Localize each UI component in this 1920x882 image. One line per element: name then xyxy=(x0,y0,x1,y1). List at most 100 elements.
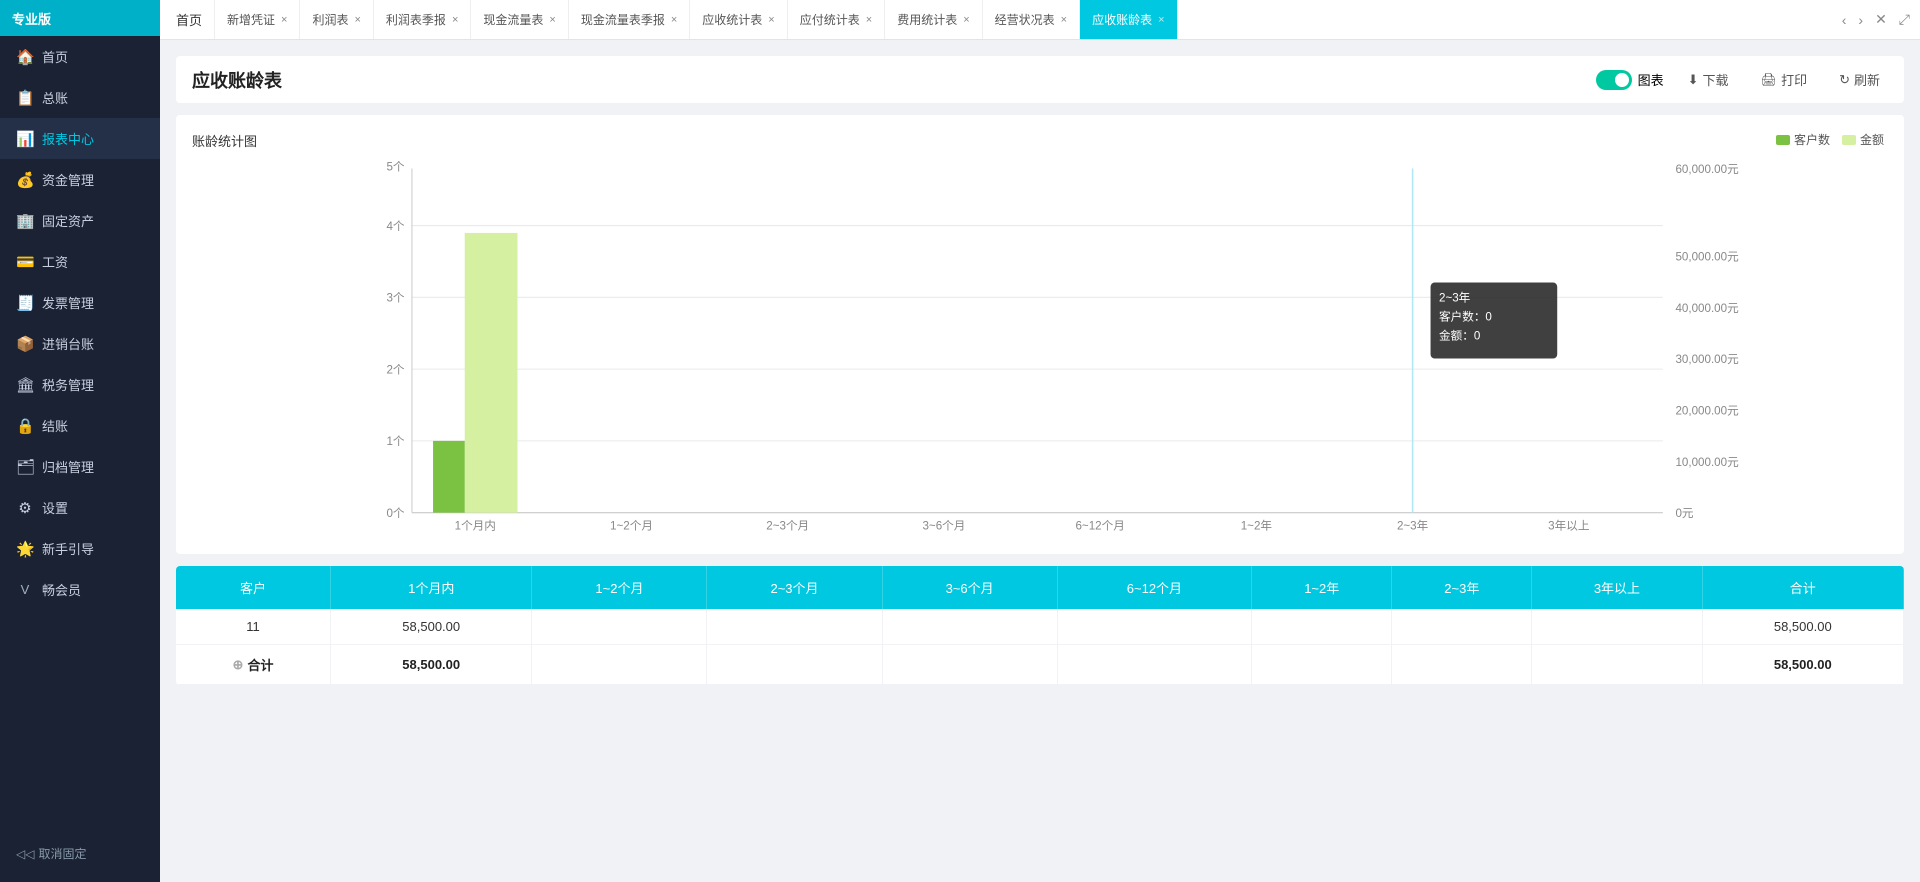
tab-scroll-right[interactable]: › xyxy=(1852,0,1869,40)
svg-text:60,000.00元: 60,000.00元 xyxy=(1675,163,1739,176)
settings-icon: ⚙ xyxy=(16,499,34,517)
tax-icon: 🏛 xyxy=(16,376,34,394)
chart-svg: 0个 1个 2个 3个 4个 5个 0元 10,000.00元 20,000.0… xyxy=(192,158,1888,538)
col-header-m612: 6~12个月 xyxy=(1057,566,1252,609)
refresh-button[interactable]: ↻ 刷新 xyxy=(1831,66,1888,93)
svg-text:5个: 5个 xyxy=(386,161,404,174)
svg-text:1个: 1个 xyxy=(386,435,404,448)
tab-bar: 首页 新增凭证 × 利润表 × 利润表季报 × 现金流量表 × 现金流量表季报 … xyxy=(160,0,1920,40)
tab-payable-stat[interactable]: 应付统计表 × xyxy=(788,0,885,40)
maximize-button[interactable]: ⤢ xyxy=(1893,0,1916,40)
total-m36 xyxy=(882,645,1057,685)
cell-m612 xyxy=(1057,609,1252,645)
closing-icon: 🔒 xyxy=(16,417,34,435)
close-tab-receivable-stat[interactable]: × xyxy=(768,14,774,26)
total-m23 xyxy=(707,645,882,685)
sidebar-item-guide[interactable]: 🌟 新手引导 xyxy=(0,528,160,569)
col-header-m1: 1个月内 xyxy=(331,566,532,609)
table-header-row: 客户 1个月内 1~2个月 2~3个月 3~6个月 6~12个月 1~2年 2~… xyxy=(176,566,1904,609)
sidebar: 专业版 🏠 首页 📋 总账 📊 报表中心 💰 资金管理 🏢 固定资产 💳 工资 … xyxy=(0,0,160,882)
tab-cashflow-quarter[interactable]: 现金流量表季报 × xyxy=(569,0,690,40)
close-tab-expense-stat[interactable]: × xyxy=(963,14,969,26)
bar-amount-1 xyxy=(465,233,518,513)
tab-voucher[interactable]: 新增凭证 × xyxy=(215,0,300,40)
tab-scroll-left[interactable]: ‹ xyxy=(1836,0,1853,40)
cell-customer: 11 xyxy=(176,609,331,645)
download-icon: ⬇ xyxy=(1688,72,1699,88)
sidebar-item-tax[interactable]: 🏛 税务管理 xyxy=(0,364,160,405)
col-header-m12: 1~2个月 xyxy=(532,566,707,609)
close-tab-voucher[interactable]: × xyxy=(281,14,287,26)
cell-y12 xyxy=(1252,609,1392,645)
close-tab-cashflow-quarter[interactable]: × xyxy=(671,14,677,26)
tab-profit-quarter[interactable]: 利润表季报 × xyxy=(374,0,471,40)
tab-aging[interactable]: 应收账龄表 × xyxy=(1080,0,1177,40)
chart-legend: 客户数 金额 xyxy=(1776,131,1884,148)
chart-toggle[interactable] xyxy=(1596,70,1632,90)
tab-profit[interactable]: 利润表 × xyxy=(300,0,373,40)
svg-text:3个: 3个 xyxy=(386,292,404,305)
header-actions: 图表 ⬇ 下载 🖨 打印 ↻ 刷新 xyxy=(1596,66,1888,93)
chart-area: 账龄统计图 客户数 金额 0个 1个 2个 3个 xyxy=(176,115,1904,554)
pin-icon: ◁◁ xyxy=(16,847,34,861)
close-all-tabs[interactable]: ✕ xyxy=(1869,0,1893,40)
archive-icon: 🗂 xyxy=(16,458,34,476)
svg-text:50,000.00元: 50,000.00元 xyxy=(1675,250,1739,263)
tab-receivable-stat[interactable]: 应收统计表 × xyxy=(690,0,787,40)
pin-sidebar-button[interactable]: ◁◁ 取消固定 xyxy=(0,835,160,872)
svg-text:10,000.00元: 10,000.00元 xyxy=(1675,456,1739,469)
page-header: 应收账龄表 图表 ⬇ 下载 🖨 打印 ↻ 刷新 xyxy=(176,56,1904,103)
col-header-y23: 2~3年 xyxy=(1392,566,1532,609)
close-tab-aging[interactable]: × xyxy=(1158,14,1164,26)
sidebar-item-closing[interactable]: 🔒 结账 xyxy=(0,405,160,446)
guide-icon: 🌟 xyxy=(16,540,34,558)
close-tab-profit-quarter[interactable]: × xyxy=(452,14,458,26)
legend-customers-color xyxy=(1776,135,1790,145)
cell-y3plus xyxy=(1532,609,1702,645)
sidebar-item-archive[interactable]: 🗂 归档管理 xyxy=(0,446,160,487)
close-tab-cashflow[interactable]: × xyxy=(549,14,555,26)
funds-icon: 💰 xyxy=(16,171,34,189)
sidebar-item-invoice[interactable]: 🧾 发票管理 xyxy=(0,282,160,323)
svg-text:1~2年: 1~2年 xyxy=(1241,519,1273,533)
tab-business-stat[interactable]: 经营状况表 × xyxy=(983,0,1080,40)
download-button[interactable]: ⬇ 下载 xyxy=(1680,66,1737,93)
cell-m36 xyxy=(882,609,1057,645)
sidebar-item-settings[interactable]: ⚙ 设置 xyxy=(0,487,160,528)
table-row: 11 58,500.00 58,500.00 xyxy=(176,609,1904,645)
sidebar-item-home[interactable]: 🏠 首页 xyxy=(0,36,160,77)
sidebar-item-reports[interactable]: 📊 报表中心 xyxy=(0,118,160,159)
close-tab-business-stat[interactable]: × xyxy=(1061,14,1067,26)
svg-text:40,000.00元: 40,000.00元 xyxy=(1675,302,1739,315)
main-content: 首页 新增凭证 × 利润表 × 利润表季报 × 现金流量表 × 现金流量表季报 … xyxy=(160,0,1920,882)
legend-amount: 金额 xyxy=(1842,131,1884,148)
reports-icon: 📊 xyxy=(16,130,34,148)
total-y12 xyxy=(1252,645,1392,685)
purchase-icon: 📦 xyxy=(16,335,34,353)
tab-expense-stat[interactable]: 费用统计表 × xyxy=(885,0,982,40)
print-button[interactable]: 🖨 打印 xyxy=(1753,66,1816,93)
total-m12 xyxy=(532,645,707,685)
total-y3plus xyxy=(1532,645,1702,685)
sidebar-item-purchase[interactable]: 📦 进销台账 xyxy=(0,323,160,364)
col-header-customer: 客户 xyxy=(176,566,331,609)
total-total: 58,500.00 xyxy=(1702,645,1903,685)
svg-text:30,000.00元: 30,000.00元 xyxy=(1675,353,1739,366)
assets-icon: 🏢 xyxy=(16,212,34,230)
tab-cashflow[interactable]: 现金流量表 × xyxy=(471,0,568,40)
payroll-icon: 💳 xyxy=(16,253,34,271)
close-tab-profit[interactable]: × xyxy=(354,14,360,26)
sidebar-item-member[interactable]: V 畅会员 xyxy=(0,569,160,610)
close-tab-payable-stat[interactable]: × xyxy=(866,14,872,26)
sidebar-item-payroll[interactable]: 💳 工资 xyxy=(0,241,160,282)
sidebar-item-funds[interactable]: 💰 资金管理 xyxy=(0,159,160,200)
tab-home[interactable]: 首页 xyxy=(164,0,215,40)
svg-text:2~3年: 2~3年 xyxy=(1397,519,1429,533)
svg-text:2个: 2个 xyxy=(386,363,404,376)
chart-toggle-wrap: 图表 xyxy=(1596,70,1664,90)
sidebar-item-assets[interactable]: 🏢 固定资产 xyxy=(0,200,160,241)
svg-text:0个: 0个 xyxy=(386,507,404,520)
svg-text:金额：0: 金额：0 xyxy=(1439,329,1480,343)
sidebar-item-ledger[interactable]: 📋 总账 xyxy=(0,77,160,118)
bar-customers-1 xyxy=(433,441,465,513)
